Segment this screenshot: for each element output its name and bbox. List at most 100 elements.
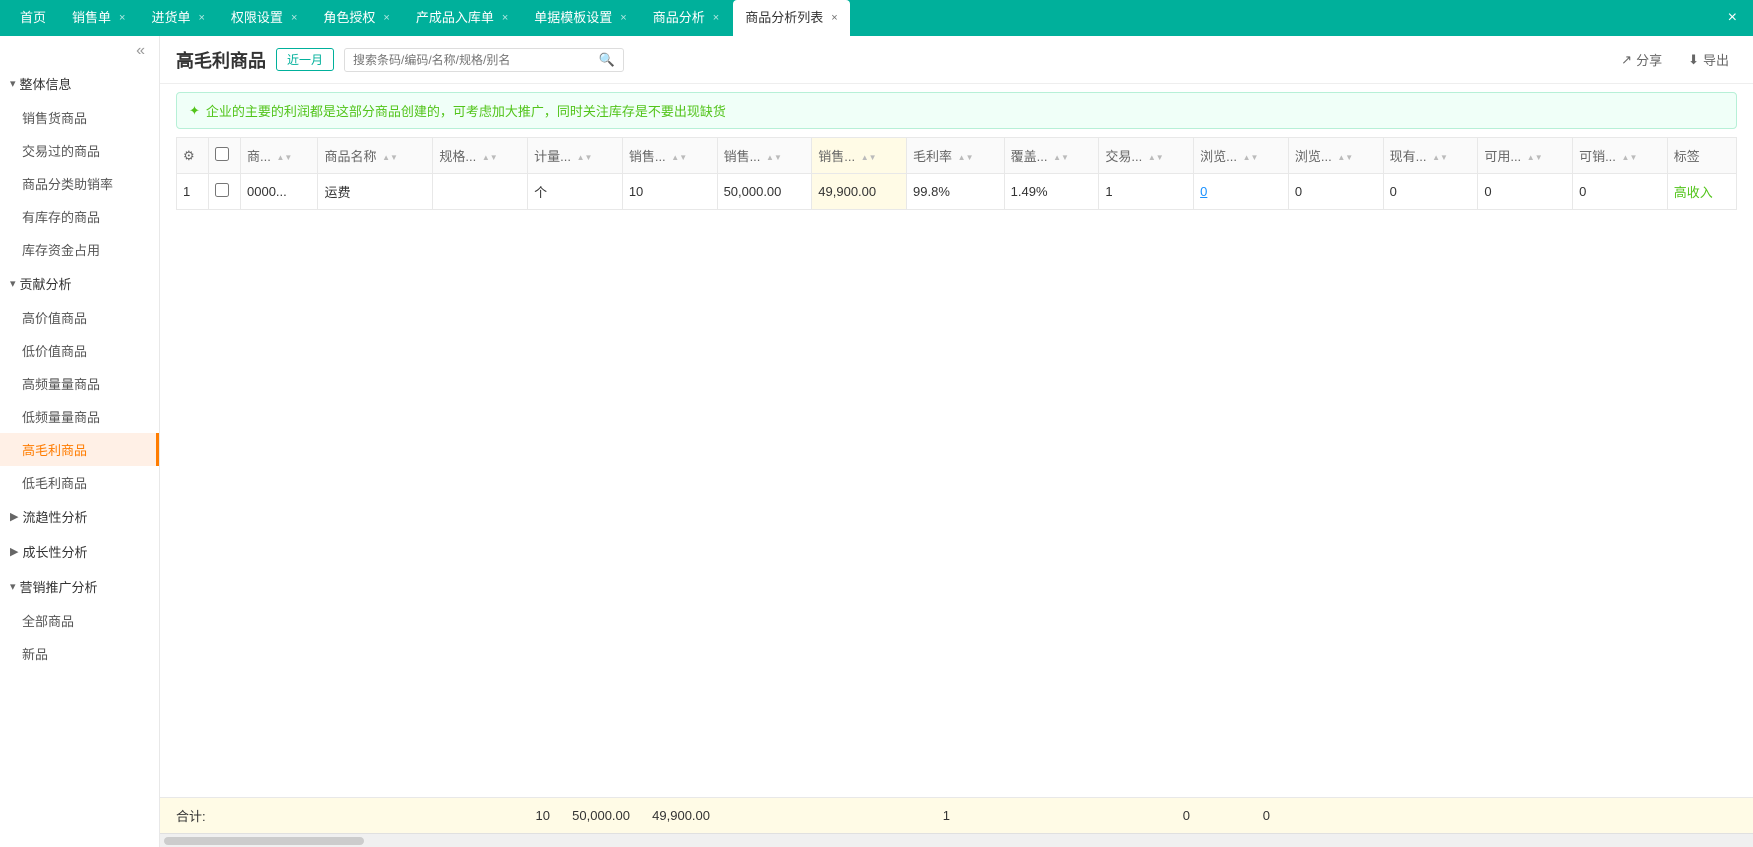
sort-icon-7: ▲▼ [861,153,877,162]
col-browse1[interactable]: 浏览... ▲▼ [1194,138,1289,174]
nav-role-close[interactable]: × [383,0,389,36]
col-checkbox[interactable] [209,138,241,174]
cell-row-num: 1 [177,174,209,210]
col-unit[interactable]: 计量... ▲▼ [528,138,623,174]
col-sales-cost[interactable]: 销售... ▲▼ [812,138,907,174]
cell-spec [433,174,528,210]
sidebar-group-overall[interactable]: ▾ 整体信息 [0,66,159,101]
horizontal-scrollbar[interactable] [160,833,1753,847]
nav-sales-close[interactable]: × [119,0,125,36]
col-tag[interactable]: 标签 [1667,138,1736,174]
nav-purchase-close[interactable]: × [198,0,204,36]
nav-analysis-close[interactable]: × [713,0,719,36]
cell-coverage: 1.49% [1004,174,1099,210]
cell-sales-cost: 49,900.00 [812,174,907,210]
sidebar-collapse-button[interactable]: « [130,40,151,62]
sort-icon-12: ▲▼ [1337,153,1353,162]
footer-spacer [236,808,476,823]
col-trade-count[interactable]: 交易... ▲▼ [1099,138,1194,174]
col-sales-amount[interactable]: 销售... ▲▼ [717,138,812,174]
footer-sales-cost: 49,900.00 [636,808,716,823]
nav-product-entry[interactable]: 产成品入库单 × [404,0,520,36]
sort-icon-11: ▲▼ [1243,153,1259,162]
nav-permission-close[interactable]: × [291,0,297,36]
cell-browse1[interactable]: 0 [1194,174,1289,210]
cell-sales-qty: 10 [622,174,717,210]
cell-tag: 高收入 [1667,174,1736,210]
sidebar-group-trend[interactable]: ▶ 流趋性分析 [0,499,159,534]
nav-analysis-list[interactable]: 商品分析列表 × [733,0,849,36]
col-coverage[interactable]: 覆盖... ▲▼ [1004,138,1099,174]
search-box: 🔍 [344,48,624,72]
sidebar-group-growth[interactable]: ▶ 成长性分析 [0,534,159,569]
col-sku-code[interactable]: 商... ▲▼ [241,138,318,174]
footer-cells: 10 50,000.00 49,900.00 1 0 0 [236,808,1737,823]
col-gross-rate[interactable]: 毛利率 ▲▼ [907,138,1005,174]
col-current-stock[interactable]: 现有... ▲▼ [1383,138,1478,174]
sidebar-item-low-value[interactable]: 低价值商品 [0,334,159,367]
sidebar-group-profit[interactable]: ▾ 贡献分析 [0,266,159,301]
sidebar-item-new-goods[interactable]: 新品 [0,637,159,670]
tag-label: 高收入 [1674,185,1713,200]
col-available[interactable]: 可用... ▲▼ [1478,138,1573,174]
app-close-button[interactable]: × [1720,9,1745,27]
period-button[interactable]: 近一月 [276,48,334,71]
export-button[interactable]: ⬇ 导出 [1680,46,1737,73]
col-sales-qty[interactable]: 销售... ▲▼ [622,138,717,174]
nav-sales[interactable]: 销售单 × [60,0,137,36]
nav-template[interactable]: 单据模板设置 × [522,0,638,36]
sidebar-item-inventory-capital[interactable]: 库存资金占用 [0,233,159,266]
footer-available: 0 [1196,808,1276,823]
sidebar-item-analysis-rate[interactable]: 商品分类助销率 [0,167,159,200]
col-sellable[interactable]: 可销... ▲▼ [1573,138,1668,174]
sidebar-item-high-freq[interactable]: 高频量量商品 [0,367,159,400]
sidebar-item-inventory-goods[interactable]: 有库存的商品 [0,200,159,233]
search-input[interactable] [353,53,593,67]
nav-purchase[interactable]: 进货单 × [139,0,216,36]
nav-analysis-list-close[interactable]: × [831,0,837,36]
sort-icon-3: ▲▼ [482,153,498,162]
nav-product-entry-close[interactable]: × [502,0,508,36]
cell-available: 0 [1478,174,1573,210]
nav-template-close[interactable]: × [620,0,626,36]
scroll-thumb[interactable] [164,837,364,845]
sidebar-item-low-margin[interactable]: 低毛利商品 [0,466,159,499]
sort-icon-15: ▲▼ [1622,153,1638,162]
col-browse2[interactable]: 浏览... ▲▼ [1288,138,1383,174]
share-button[interactable]: ↗ 分享 [1613,46,1670,73]
sort-icon-2: ▲▼ [382,153,398,162]
sidebar-item-high-value[interactable]: 高价值商品 [0,301,159,334]
sidebar-item-high-margin[interactable]: 高毛利商品 [0,433,159,466]
nav-home[interactable]: 首页 [8,0,58,36]
cell-checkbox[interactable] [209,174,241,210]
cell-gross-rate: 99.8% [907,174,1005,210]
info-icon: ✦ [189,103,200,119]
select-all-checkbox[interactable] [215,147,229,161]
col-settings[interactable]: ⚙ [177,138,209,174]
sidebar-item-all-goods[interactable]: 全部商品 [0,604,159,637]
info-banner: ✦ 企业的主要的利润都是这部分商品创建的，可考虑加大推广，同时关注库存是不要出现… [176,92,1737,129]
table-header-row: ⚙ 商... ▲▼ 商品名称 ▲▼ [177,138,1737,174]
sidebar-item-traded-goods[interactable]: 交易过的商品 [0,134,159,167]
nav-role[interactable]: 角色授权 × [311,0,401,36]
sidebar-item-low-freq[interactable]: 低频量量商品 [0,400,159,433]
share-icon: ↗ [1621,52,1632,68]
page-title: 高毛利商品 [176,47,266,73]
col-spec[interactable]: 规格... ▲▼ [433,138,528,174]
cell-sellable: 0 [1573,174,1668,210]
sort-icon-14: ▲▼ [1527,153,1543,162]
sidebar: « ▾ 整体信息 销售货商品 交易过的商品 商品分类助销率 有库存的商品 库存资… [0,36,160,847]
nav-permission[interactable]: 权限设置 × [219,0,309,36]
cell-sku-code: 0000... [241,174,318,210]
arrow-down-icon-2: ▾ [10,277,16,290]
row-checkbox[interactable] [215,183,229,197]
search-icon[interactable]: 🔍 [599,52,615,68]
sort-icon-6: ▲▼ [766,153,782,162]
col-sku-name[interactable]: 商品名称 ▲▼ [318,138,433,174]
sidebar-group-marketing[interactable]: ▾ 营销推广分析 [0,569,159,604]
sidebar-item-sales-goods[interactable]: 销售货商品 [0,101,159,134]
sort-icon-4: ▲▼ [577,153,593,162]
cell-browse2: 0 [1288,174,1383,210]
sidebar-collapse-area: « [0,36,159,66]
nav-analysis[interactable]: 商品分析 × [641,0,731,36]
